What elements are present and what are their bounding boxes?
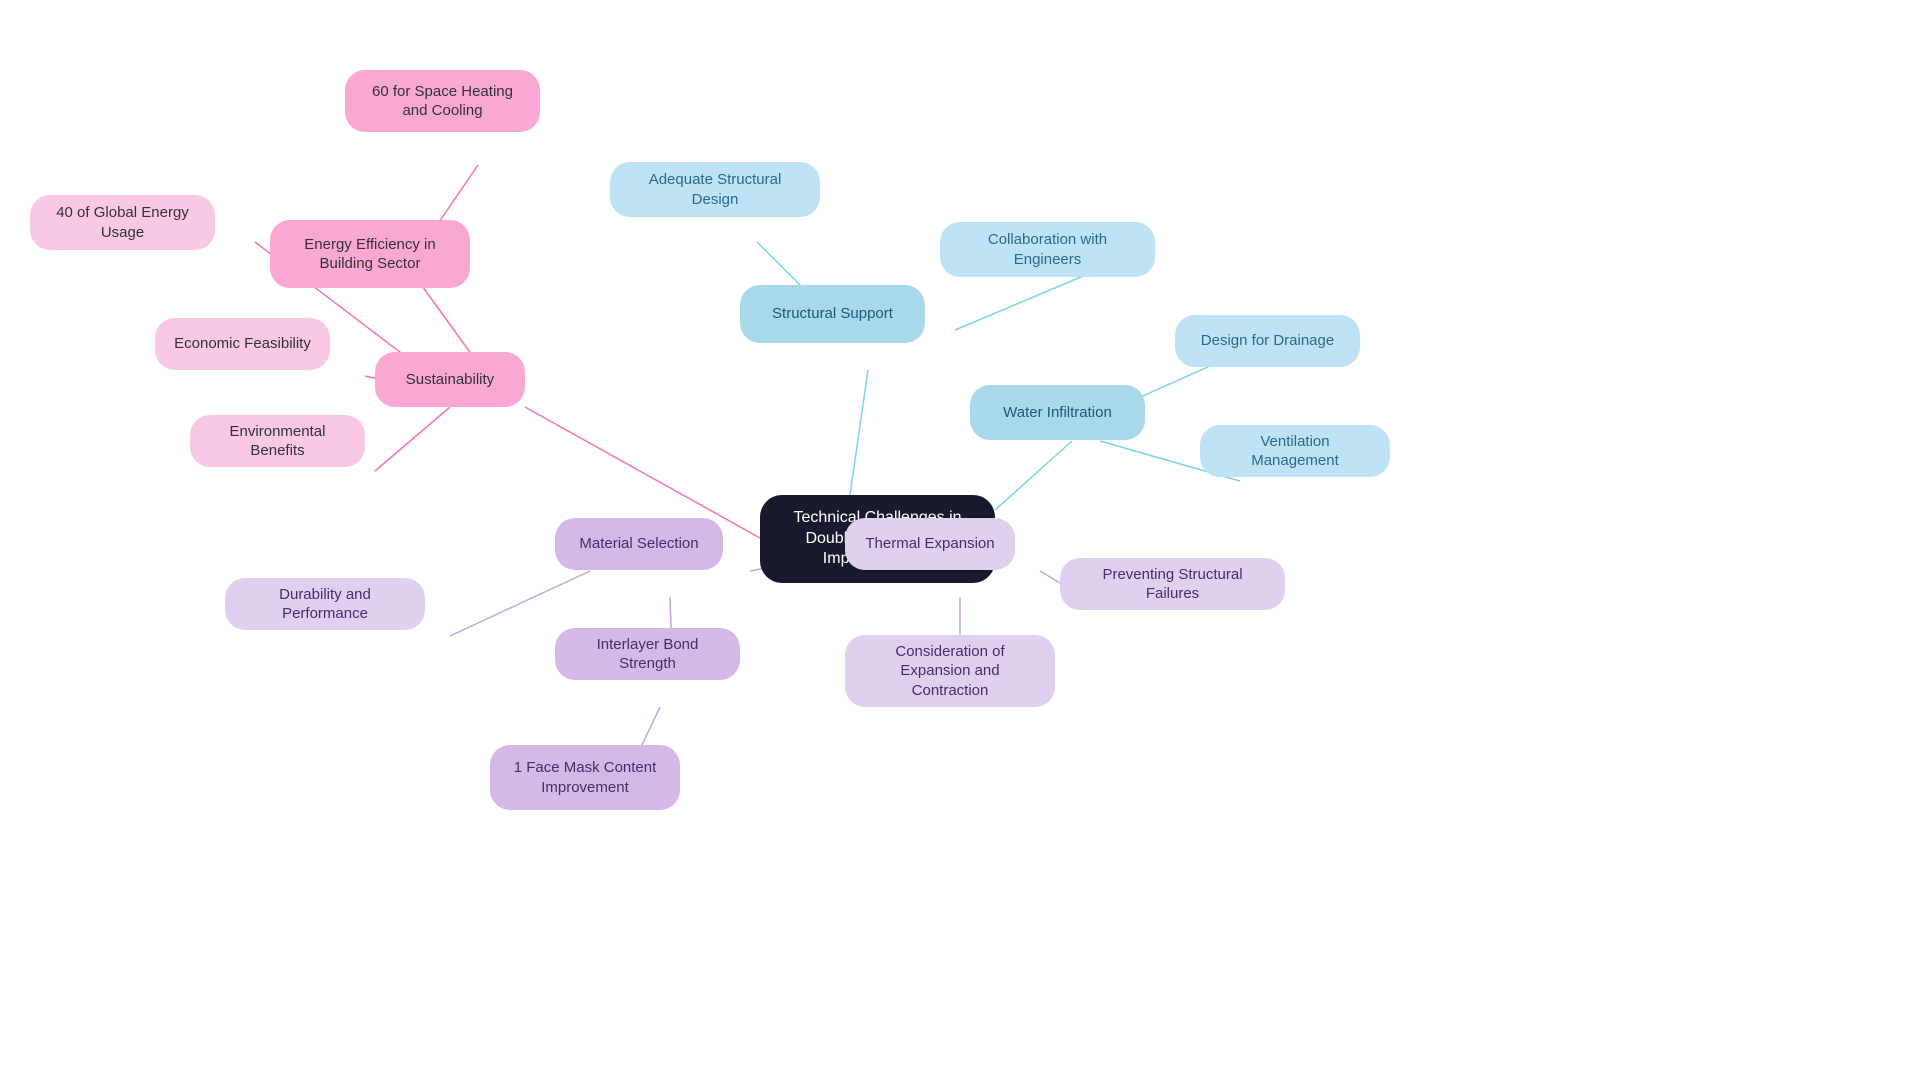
adequate-structural-node[interactable]: Adequate Structural Design	[610, 162, 820, 217]
environmental-benefits-node[interactable]: Environmental Benefits	[190, 415, 365, 467]
economic-feasibility-node[interactable]: Economic Feasibility	[155, 318, 330, 370]
preventing-failures-node[interactable]: Preventing Structural Failures	[1060, 558, 1285, 610]
global-energy-node[interactable]: 40 of Global Energy Usage	[30, 195, 215, 250]
ventilation-management-node[interactable]: Ventilation Management	[1200, 425, 1390, 477]
expansion-contraction-node[interactable]: Consideration of Expansion and Contracti…	[845, 635, 1055, 707]
interlayer-bond-node[interactable]: Interlayer Bond Strength	[555, 628, 740, 680]
structural-support-node[interactable]: Structural Support	[740, 285, 925, 343]
design-drainage-node[interactable]: Design for Drainage	[1175, 315, 1360, 367]
collaboration-engineers-node[interactable]: Collaboration with Engineers	[940, 222, 1155, 277]
face-mask-node[interactable]: 1 Face Mask Content Improvement	[490, 745, 680, 810]
heating-cooling-node[interactable]: 60 for Space Heating and Cooling	[345, 70, 540, 132]
water-infiltration-node[interactable]: Water Infiltration	[970, 385, 1145, 440]
material-selection-node[interactable]: Material Selection	[555, 518, 723, 570]
energy-efficiency-node[interactable]: Energy Efficiency in Building Sector	[270, 220, 470, 288]
durability-performance-node[interactable]: Durability and Performance	[225, 578, 425, 630]
thermal-expansion-node[interactable]: Thermal Expansion	[845, 518, 1015, 570]
sustainability-node[interactable]: Sustainability	[375, 352, 525, 407]
